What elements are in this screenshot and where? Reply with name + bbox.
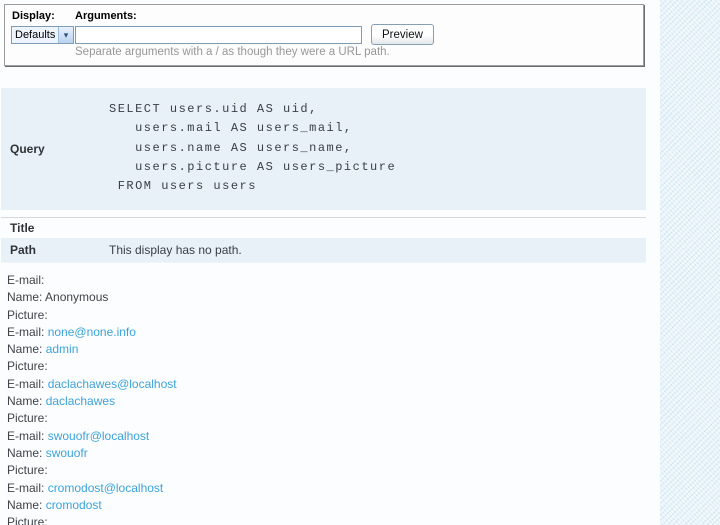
result-email-line: E-mail: cromodost@localhost — [7, 480, 487, 497]
name-value-link[interactable]: daclachawes — [46, 394, 115, 408]
name-field-label: Name: — [7, 394, 43, 409]
name-value-link[interactable]: cromodost — [46, 498, 102, 512]
page-background-strip — [660, 0, 720, 525]
result-name-line: Name: swouofr — [7, 445, 487, 462]
display-select[interactable]: Defaults ▾ — [11, 26, 74, 44]
result-picture-line: Picture: — [7, 410, 487, 427]
result-picture-line: Picture: — [7, 462, 487, 479]
email-value-link[interactable]: none@none.info — [48, 325, 136, 339]
name-value-link[interactable]: admin — [46, 342, 79, 356]
chevron-down-icon: ▾ — [58, 27, 73, 43]
title-row: Title — [1, 217, 646, 238]
query-row: Query SELECT users.uid AS uid, users.mai… — [1, 88, 646, 210]
result-email-line: E-mail: none@none.info — [7, 324, 487, 341]
email-field-label: E-mail: — [7, 480, 45, 495]
email-field-label: E-mail: — [7, 376, 45, 391]
result-email-line: E-mail: daclachawes@localhost — [7, 376, 487, 393]
name-field-label: Name: — [7, 497, 43, 512]
path-value: This display has no path. — [109, 243, 242, 257]
result-name-line: Name: cromodost — [7, 497, 487, 514]
email-value-link[interactable]: cromodost@localhost — [48, 481, 164, 495]
result-picture-line: Picture: — [7, 358, 487, 375]
arguments-description: Separate arguments with a / as though th… — [75, 46, 390, 58]
preview-button[interactable]: Preview — [371, 24, 434, 45]
email-field-label: E-mail: — [7, 428, 45, 443]
arguments-input[interactable] — [75, 26, 362, 44]
display-label: Display: — [12, 10, 55, 22]
preview-results: E-mail: Name: Anonymous Picture: E-mail: no… — [7, 272, 487, 525]
email-field-label: E-mail: — [7, 273, 45, 287]
title-label: Title — [10, 221, 35, 235]
picture-field-label: Picture: — [7, 515, 48, 525]
result-email-line: E-mail: swouofr@localhost — [7, 428, 487, 445]
display-select-value: Defaults — [15, 29, 56, 41]
name-field-label: Name: — [7, 342, 43, 357]
path-row: Path This display has no path. — [1, 238, 646, 263]
result-picture-line: Picture: — [7, 514, 487, 525]
email-field-label: E-mail: — [7, 324, 45, 339]
path-label: Path — [10, 243, 37, 257]
picture-field-label: Picture: — [7, 411, 48, 426]
result-email-line: E-mail: — [7, 272, 487, 289]
email-value-link[interactable]: swouofr@localhost — [48, 429, 150, 443]
result-name-line: Name: daclachawes — [7, 393, 487, 410]
views-preview-page: Display: Defaults ▾ Arguments: Preview S… — [0, 0, 720, 525]
preview-arguments-form: Display: Defaults ▾ Arguments: Preview S… — [4, 4, 644, 66]
name-field-label: Name: — [7, 290, 43, 305]
picture-field-label: Picture: — [7, 359, 48, 374]
result-name-line: Name: admin — [7, 341, 487, 358]
arguments-label: Arguments: — [75, 10, 137, 22]
email-value-link[interactable]: daclachawes@localhost — [48, 377, 177, 391]
result-name-line: Name: Anonymous — [7, 289, 487, 306]
query-sql-text: SELECT users.uid AS uid, users.mail AS u… — [109, 102, 397, 194]
name-field-label: Name: — [7, 445, 43, 460]
query-label: Query — [10, 142, 45, 156]
preview-meta-table: Query SELECT users.uid AS uid, users.mai… — [1, 88, 646, 263]
picture-field-label: Picture: — [7, 463, 48, 478]
name-value: Anonymous — [45, 290, 109, 305]
picture-field-label: Picture: — [7, 307, 48, 322]
result-picture-line: Picture: — [7, 307, 487, 324]
name-value-link[interactable]: swouofr — [46, 446, 88, 460]
